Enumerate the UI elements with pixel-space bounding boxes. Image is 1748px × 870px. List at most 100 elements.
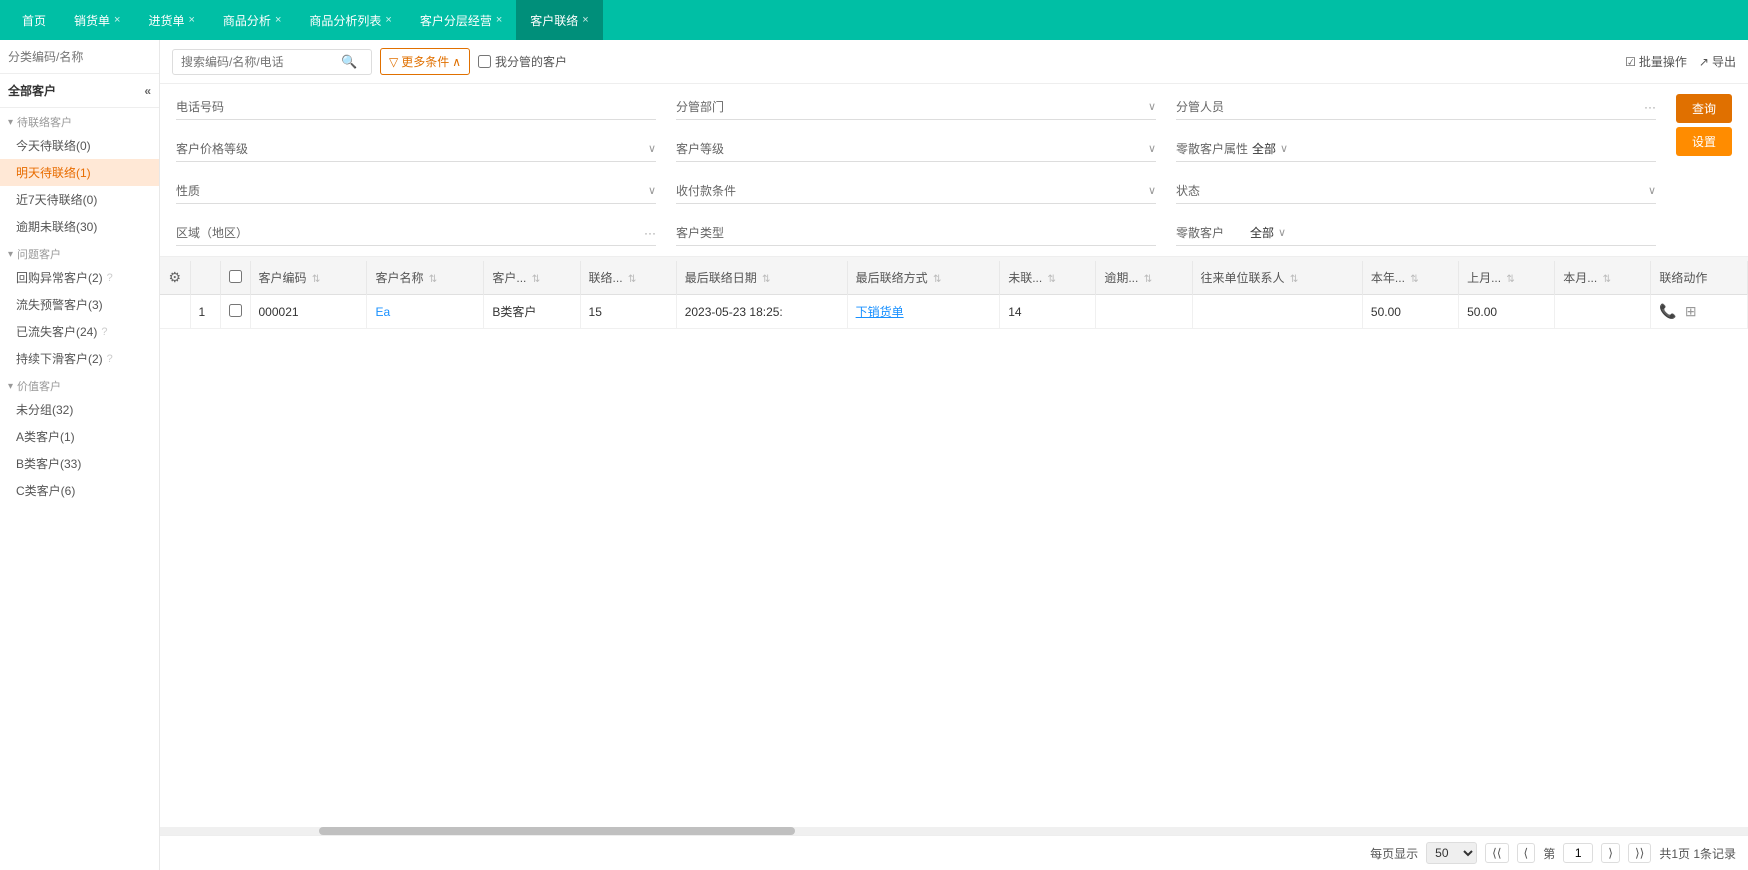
- nav-item-客户分层经营[interactable]: 客户分层经营×: [406, 0, 516, 40]
- customer-type-input[interactable]: [746, 226, 1156, 240]
- grid-action-icon[interactable]: ⊞: [1685, 303, 1697, 320]
- sort-icon-type[interactable]: ⇅: [532, 274, 540, 285]
- nature-input[interactable]: [246, 184, 644, 198]
- nav-item-商品分析列表[interactable]: 商品分析列表×: [295, 0, 405, 40]
- dept-input[interactable]: [746, 100, 1144, 114]
- th-overdue: 逾期... ⇅: [1096, 261, 1192, 295]
- help-icon[interactable]: ?: [107, 272, 113, 284]
- customer-level-input[interactable]: [746, 142, 1144, 156]
- th-unlinked: 未联... ⇅: [1000, 261, 1096, 295]
- phone-action-icon[interactable]: 📞: [1659, 303, 1676, 320]
- total-info: 共1页 1条记录: [1659, 845, 1736, 862]
- row-checkbox-0[interactable]: [229, 304, 242, 317]
- nav-close-icon[interactable]: ×: [275, 14, 281, 26]
- nav-home[interactable]: 首页: [8, 0, 60, 40]
- retail-attr-dropdown-icon[interactable]: ∨: [1280, 142, 1288, 155]
- help-icon[interactable]: ?: [101, 326, 107, 338]
- sidebar-item-2-2[interactable]: B类客户(33): [0, 450, 159, 477]
- main-search-input[interactable]: [181, 55, 341, 69]
- region-input[interactable]: [248, 226, 640, 240]
- sidebar-group-0[interactable]: 待联络客户: [0, 108, 159, 132]
- nav-item-进货单[interactable]: 进货单×: [134, 0, 208, 40]
- filter-nature: 性质 ∨: [176, 178, 656, 204]
- th-last-contact-method: 最后联络方式 ⇅: [847, 261, 1000, 295]
- nav-item-销货单[interactable]: 销货单×: [60, 0, 134, 40]
- more-conditions-button[interactable]: ▽ 更多条件 ∧: [380, 48, 470, 75]
- last-page-button[interactable]: ⟩⟩: [1628, 843, 1651, 863]
- retail-customer-dropdown-icon[interactable]: ∨: [1278, 226, 1286, 239]
- td-contact-person: [1192, 295, 1362, 329]
- nav-close-icon[interactable]: ×: [188, 14, 194, 26]
- sidebar-item-0-3[interactable]: 逾期未联络(30): [0, 213, 159, 240]
- td-contact-count: 15: [580, 295, 676, 329]
- select-all-checkbox[interactable]: [229, 270, 242, 283]
- scrollbar-thumb[interactable]: [319, 827, 795, 835]
- export-button[interactable]: ↗ 导出: [1699, 53, 1736, 70]
- sidebar-item-1-2[interactable]: 已流失客户(24)?: [0, 318, 159, 345]
- sort-icon-code[interactable]: ⇅: [312, 274, 320, 285]
- nav-close-icon[interactable]: ×: [385, 14, 391, 26]
- payment-input[interactable]: [746, 184, 1144, 198]
- sidebar-item-2-0[interactable]: 未分组(32): [0, 396, 159, 423]
- my-customers-checkbox[interactable]: [478, 55, 491, 68]
- price-level-input[interactable]: [248, 142, 644, 156]
- prev-page-button[interactable]: ⟨: [1517, 843, 1536, 863]
- batch-operation-button[interactable]: ☑ 批量操作: [1625, 53, 1687, 70]
- sidebar-item-0-1[interactable]: 明天待联络(1): [0, 159, 159, 186]
- sort-icon-name[interactable]: ⇅: [429, 274, 437, 285]
- sidebar-item-2-3[interactable]: C类客户(6): [0, 477, 159, 504]
- sidebar-item-0-0[interactable]: 今天待联络(0): [0, 132, 159, 159]
- table-gear-icon[interactable]: ⚙: [168, 269, 181, 285]
- status-dropdown-icon[interactable]: ∨: [1648, 184, 1656, 197]
- query-button[interactable]: 查询: [1676, 94, 1732, 123]
- sort-icon-unlinked[interactable]: ⇅: [1048, 274, 1056, 285]
- help-icon[interactable]: ?: [107, 353, 113, 365]
- nature-dropdown-icon[interactable]: ∨: [648, 184, 656, 197]
- region-ellipsis[interactable]: ···: [644, 226, 656, 240]
- payment-dropdown-icon[interactable]: ∨: [1148, 184, 1156, 197]
- sidebar-all-customers[interactable]: 全部客户 «: [0, 74, 159, 108]
- per-page-select[interactable]: 50 100 200: [1426, 842, 1477, 864]
- sort-icon-this-month[interactable]: ⇅: [1603, 274, 1611, 285]
- filter-phone: 电话号码: [176, 94, 656, 120]
- sort-icon-overdue[interactable]: ⇅: [1144, 274, 1152, 285]
- contact-method-link[interactable]: 下销货单: [856, 305, 904, 319]
- nav-item-商品分析[interactable]: 商品分析×: [209, 0, 295, 40]
- sort-icon-date[interactable]: ⇅: [762, 274, 770, 285]
- settings-button[interactable]: 设置: [1676, 127, 1732, 156]
- nav-item-客户联络[interactable]: 客户联络×: [516, 0, 602, 40]
- nav-close-icon[interactable]: ×: [496, 14, 502, 26]
- th-last-contact-date: 最后联络日期 ⇅: [676, 261, 847, 295]
- sort-icon-year[interactable]: ⇅: [1410, 274, 1418, 285]
- person-input[interactable]: [1246, 100, 1640, 114]
- collapse-icon[interactable]: «: [144, 84, 151, 98]
- next-page-button[interactable]: ⟩: [1601, 843, 1620, 863]
- sidebar-item-1-1[interactable]: 流失预警客户(3): [0, 291, 159, 318]
- sort-icon-person[interactable]: ⇅: [1290, 274, 1298, 285]
- first-page-button[interactable]: ⟨⟨: [1485, 843, 1508, 863]
- phone-input[interactable]: [246, 100, 656, 114]
- customer-level-dropdown-icon[interactable]: ∨: [1148, 142, 1156, 155]
- person-ellipsis[interactable]: ···: [1644, 100, 1656, 114]
- sidebar-group-2[interactable]: 价值客户: [0, 372, 159, 396]
- sort-icon-last-month[interactable]: ⇅: [1506, 274, 1514, 285]
- sidebar-item-0-2[interactable]: 近7天待联络(0): [0, 186, 159, 213]
- sort-icon-method[interactable]: ⇅: [933, 274, 941, 285]
- sidebar-item-1-0[interactable]: 回购异常客户(2)?: [0, 264, 159, 291]
- nav-close-icon[interactable]: ×: [114, 14, 120, 26]
- nav-close-icon[interactable]: ×: [582, 14, 588, 26]
- sidebar-group-1[interactable]: 问题客户: [0, 240, 159, 264]
- dept-dropdown-icon[interactable]: ∨: [1148, 100, 1156, 113]
- sidebar-item-1-3[interactable]: 持续下滑客户(2)?: [0, 345, 159, 372]
- sort-icon-contact[interactable]: ⇅: [628, 274, 636, 285]
- status-input[interactable]: [1246, 184, 1644, 198]
- sidebar-item-2-1[interactable]: A类客户(1): [0, 423, 159, 450]
- page-number-input[interactable]: [1563, 843, 1593, 863]
- price-level-dropdown-icon[interactable]: ∨: [648, 142, 656, 155]
- filter-dept: 分管部门 ∨: [676, 94, 1156, 120]
- sidebar-search-input[interactable]: [8, 50, 160, 64]
- td-row-actions: 📞 ⊞: [1651, 295, 1748, 329]
- main-search-icon[interactable]: 🔍: [341, 54, 357, 70]
- horizontal-scrollbar[interactable]: [160, 827, 1748, 835]
- main-search-wrap: 🔍: [172, 49, 372, 75]
